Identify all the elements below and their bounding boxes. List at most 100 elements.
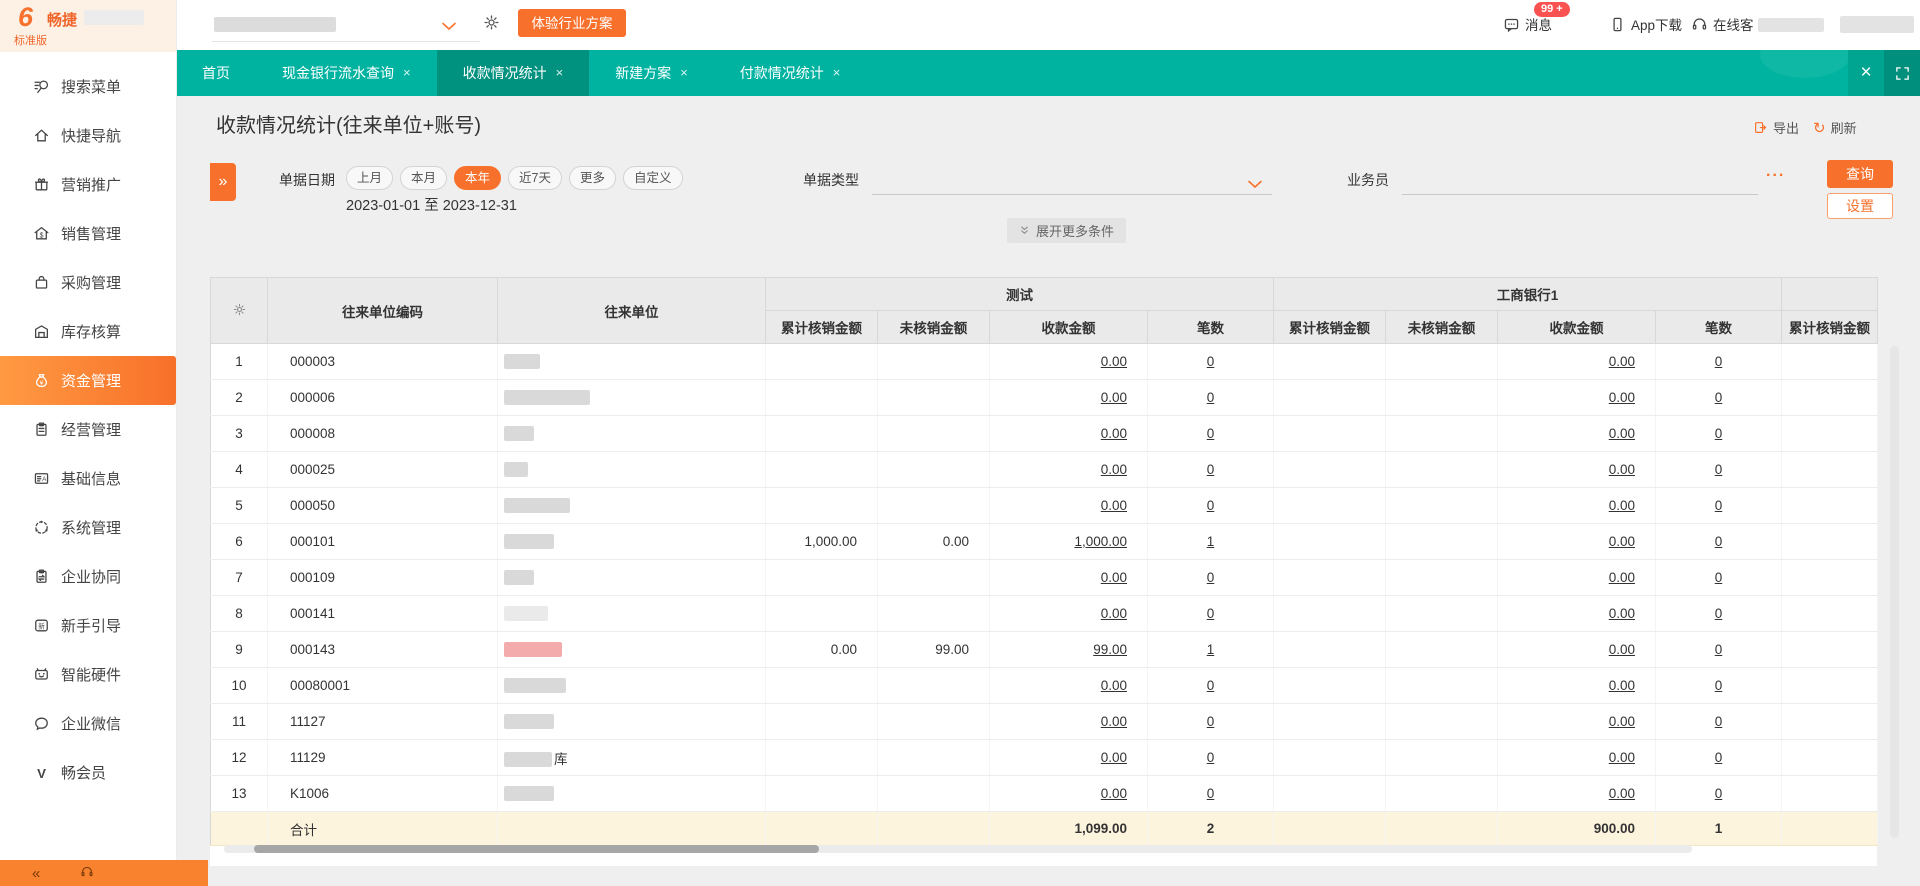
count-link[interactable]: 0 — [1715, 426, 1723, 441]
tab-receipt-stats[interactable]: 收款情况统计 × — [436, 50, 590, 96]
count-link[interactable]: 0 — [1207, 354, 1215, 369]
amount-link[interactable]: 0.00 — [1101, 750, 1127, 765]
amount-link[interactable]: 0.00 — [1609, 642, 1635, 657]
count-link[interactable]: 0 — [1207, 750, 1215, 765]
column-settings-button[interactable] — [210, 277, 268, 344]
amount-link[interactable]: 0.00 — [1101, 570, 1127, 585]
table-row[interactable]: 7 000109 0.00 0 0.00 0 — [210, 559, 1879, 596]
amount-link[interactable]: 0.00 — [1101, 606, 1127, 621]
gear-icon[interactable] — [482, 13, 501, 37]
experience-industry-button[interactable]: 体验行业方案 — [518, 9, 626, 37]
chevron-down-icon[interactable] — [1248, 176, 1262, 194]
amount-link[interactable]: 1,000.00 — [1074, 534, 1127, 549]
export-button[interactable]: 导出 — [1753, 118, 1799, 137]
count-link[interactable]: 0 — [1715, 678, 1723, 693]
collapse-filters-button[interactable]: » — [210, 163, 236, 201]
expand-more-conditions-button[interactable]: 展开更多条件 — [1007, 218, 1127, 243]
pill-this-year[interactable]: 本年 — [454, 166, 502, 190]
tab-new-plan[interactable]: 新建方案 × — [589, 50, 714, 96]
table-row[interactable]: 11 11127 0.00 0 0.00 0 — [210, 703, 1879, 740]
count-link[interactable]: 0 — [1715, 642, 1723, 657]
table-row[interactable]: 1 000003 0.00 0 0.00 0 — [210, 343, 1879, 380]
count-link[interactable]: 0 — [1715, 606, 1723, 621]
sidebar-item-base-info[interactable]: A 基础信息 — [0, 454, 176, 503]
count-link[interactable]: 0 — [1715, 354, 1723, 369]
table-row[interactable]: 13 K1006 0.00 0 0.00 0 — [210, 775, 1879, 812]
pill-this-month[interactable]: 本月 — [400, 166, 448, 190]
messages-button[interactable]: 消息 — [1503, 14, 1552, 34]
amount-link[interactable]: 0.00 — [1609, 606, 1635, 621]
vertical-scrollbar[interactable] — [1890, 346, 1899, 838]
query-button[interactable]: 查询 — [1827, 160, 1893, 188]
count-link[interactable]: 0 — [1715, 786, 1723, 801]
close-icon[interactable]: × — [833, 50, 841, 96]
amount-link[interactable]: 0.00 — [1101, 390, 1127, 405]
sidebar-item-procurement[interactable]: 采购管理 — [0, 258, 176, 307]
sidebar-item-wecom[interactable]: 企业微信 — [0, 699, 176, 748]
table-row[interactable]: 2 000006 0.00 0 0.00 0 — [210, 379, 1879, 416]
amount-link[interactable]: 0.00 — [1609, 426, 1635, 441]
count-link[interactable]: 0 — [1715, 534, 1723, 549]
support-phone-icon[interactable] — [80, 865, 94, 882]
refresh-button[interactable]: ↻ 刷新 — [1813, 118, 1857, 137]
amount-link[interactable]: 0.00 — [1101, 714, 1127, 729]
count-link[interactable]: 0 — [1715, 750, 1723, 765]
tab-cash-bank-flow[interactable]: 现金银行流水查询 × — [256, 50, 437, 96]
count-link[interactable]: 1 — [1207, 534, 1215, 549]
count-link[interactable]: 0 — [1207, 498, 1215, 513]
table-row[interactable]: 8 000141 0.00 0 0.00 0 — [210, 595, 1879, 632]
sidebar-item-operations[interactable]: 经营管理 — [0, 405, 176, 454]
table-row[interactable]: 3 000008 0.00 0 0.00 0 — [210, 415, 1879, 452]
count-link[interactable]: 0 — [1207, 390, 1215, 405]
sidebar-item-funds[interactable]: ¥ 资金管理 — [0, 356, 176, 405]
count-link[interactable]: 0 — [1207, 786, 1215, 801]
close-all-tabs-button[interactable]: × — [1848, 50, 1884, 96]
sidebar-item-beginner-guide[interactable]: 新 新手引导 — [0, 601, 176, 650]
count-link[interactable]: 0 — [1207, 462, 1215, 477]
close-icon[interactable]: × — [556, 50, 564, 96]
sidebar-item-quick-nav[interactable]: 快捷导航 — [0, 111, 176, 160]
count-link[interactable]: 0 — [1715, 498, 1723, 513]
amount-link[interactable]: 0.00 — [1609, 354, 1635, 369]
count-link[interactable]: 0 — [1207, 426, 1215, 441]
close-icon[interactable]: × — [403, 50, 411, 96]
salesman-input[interactable] — [1402, 172, 1758, 195]
amount-link[interactable]: 0.00 — [1609, 678, 1635, 693]
amount-link[interactable]: 0.00 — [1101, 498, 1127, 513]
settings-button[interactable]: 设置 — [1827, 193, 1893, 219]
horizontal-scrollbar[interactable] — [224, 845, 1692, 853]
app-download-button[interactable]: App下载 — [1609, 14, 1682, 34]
more-options-icon[interactable]: ... — [1766, 163, 1785, 181]
table-row[interactable]: 5 000050 0.00 0 0.00 0 — [210, 487, 1879, 524]
amount-link[interactable]: 0.00 — [1101, 678, 1127, 693]
fullscreen-button[interactable] — [1884, 50, 1920, 96]
sidebar-item-system[interactable]: 系统管理 — [0, 503, 176, 552]
count-link[interactable]: 0 — [1207, 714, 1215, 729]
pill-custom[interactable]: 自定义 — [623, 166, 683, 190]
chevron-down-icon[interactable] — [442, 18, 456, 36]
table-row[interactable]: 12 11129 库 0.00 0 0.00 0 — [210, 739, 1879, 776]
sidebar-item-inventory[interactable]: 库存核算 — [0, 307, 176, 356]
amount-link[interactable]: 0.00 — [1609, 750, 1635, 765]
pill-last-7-days[interactable]: 近7天 — [508, 166, 562, 190]
count-link[interactable]: 0 — [1207, 570, 1215, 585]
amount-link[interactable]: 0.00 — [1609, 570, 1635, 585]
doc-type-input[interactable] — [872, 172, 1272, 195]
amount-link[interactable]: 0.00 — [1101, 786, 1127, 801]
table-row[interactable]: 10 00080001 0.00 0 0.00 0 — [210, 667, 1879, 704]
online-service-button[interactable]: 在线客 — [1691, 14, 1754, 34]
count-link[interactable]: 0 — [1715, 570, 1723, 585]
table-row[interactable]: 6 000101 1,000.00 0.00 1,000.00 1 0.00 0 — [210, 523, 1879, 560]
amount-link[interactable]: 0.00 — [1101, 426, 1127, 441]
sidebar-item-search-menu[interactable]: 搜索菜单 — [0, 62, 176, 111]
pill-last-month[interactable]: 上月 — [346, 166, 394, 190]
count-link[interactable]: 0 — [1207, 678, 1215, 693]
count-link[interactable]: 1 — [1207, 642, 1215, 657]
sidebar-item-smart-hardware[interactable]: 智能硬件 — [0, 650, 176, 699]
amount-link[interactable]: 0.00 — [1609, 462, 1635, 477]
date-range-value[interactable]: 2023-01-01 至 2023-12-31 — [346, 194, 517, 215]
amount-link[interactable]: 0.00 — [1609, 498, 1635, 513]
horizontal-scrollbar-thumb[interactable] — [254, 845, 819, 853]
count-link[interactable]: 0 — [1715, 462, 1723, 477]
amount-link[interactable]: 0.00 — [1609, 714, 1635, 729]
